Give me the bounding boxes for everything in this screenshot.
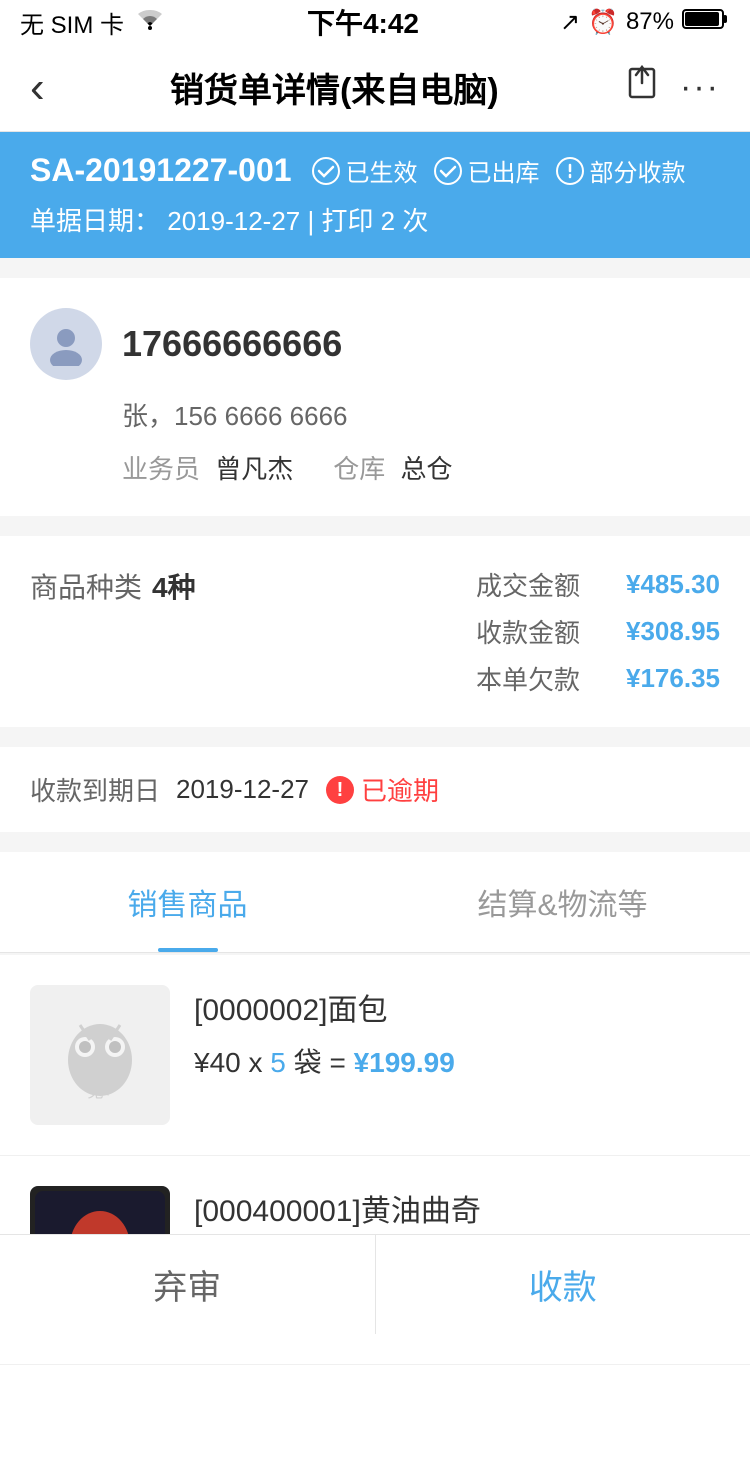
total-1: ¥199.99 [354, 1047, 455, 1078]
wifi-icon [134, 8, 166, 37]
product-info-1: [0000002]面包 ¥40 x 5 袋 = ¥199.99 [194, 985, 720, 1081]
product-name-1: [0000002]面包 [194, 985, 720, 1029]
avatar [30, 308, 102, 380]
sales-label: 业务员 [122, 454, 200, 484]
customer-meta: 业务员 曾凡杰 仓库 总仓 [122, 449, 720, 486]
overdue-text: 已逾期 [361, 771, 439, 808]
stats-right: 成交金额 ¥485.30 收款金额 ¥308.95 本单欠款 ¥176.35 [476, 566, 720, 697]
battery-icon [682, 7, 730, 38]
product-section: 兔+ [0000002]面包 ¥40 x 5 袋 = ¥199.99 [0, 955, 750, 1465]
status-time: 下午4:42 [307, 2, 419, 42]
back-button[interactable]: ‹ [30, 63, 45, 113]
status-left: 无 SIM 卡 [20, 5, 166, 40]
nav-icons: ··· [624, 65, 720, 110]
print-info: | 打印 2 次 [307, 206, 428, 236]
header-banner: SA-20191227-001 已生效 已出库 部分收款 单据日期： 2019-… [0, 132, 750, 258]
location-icon: ↗ [560, 8, 580, 37]
category-count: 4种 [152, 566, 196, 606]
svg-text:兔+: 兔+ [87, 1083, 112, 1101]
battery-percent: 87% [626, 8, 674, 36]
tabs-container: 销售商品 结算&物流等 [0, 852, 750, 953]
customer-name: 17666666666 [122, 323, 342, 365]
debt-label: 本单欠款 [476, 660, 580, 697]
unit-1: 袋 [294, 1047, 322, 1078]
date-label: 单据日期： [30, 206, 160, 236]
more-icon[interactable]: ··· [680, 68, 720, 107]
alarm-icon: ⏰ [588, 8, 618, 37]
nav-bar: ‹ 销货单详情(来自电脑) ··· [0, 44, 750, 132]
overdue-badge: ! 已逾期 [325, 771, 439, 808]
tab-products[interactable]: 销售商品 [0, 852, 375, 952]
customer-sub: 张，156 6666 6666 [122, 396, 720, 433]
debt-value: ¥176.35 [600, 663, 720, 694]
status-right: ↗ ⏰ 87% [560, 7, 730, 38]
category-label: 商品种类 [30, 566, 142, 606]
banner-date-row: 单据日期： 2019-12-27 | 打印 2 次 [30, 201, 720, 238]
date-value: 2019-12-27 [167, 206, 300, 236]
product-price-1: ¥40 x 5 袋 = ¥199.99 [194, 1041, 720, 1081]
due-section: 收款到期日 2019-12-27 ! 已逾期 [0, 747, 750, 832]
sim-indicator: 无 SIM 卡 [20, 5, 124, 40]
product-item-1: 兔+ [0000002]面包 ¥40 x 5 袋 = ¥199.99 [0, 955, 750, 1156]
page-title: 销货单详情(来自电脑) [170, 63, 499, 112]
due-date-value: 2019-12-27 [176, 774, 309, 805]
price-unit-1: ¥40 [194, 1047, 241, 1078]
transaction-label: 成交金额 [476, 566, 580, 603]
status-badges: 已生效 已出库 部分收款 [312, 153, 686, 188]
customer-section: 17666666666 张，156 6666 6666 业务员 曾凡杰 仓库 总… [0, 278, 750, 516]
tab-settlement[interactable]: 结算&物流等 [375, 852, 750, 952]
transaction-value: ¥485.30 [600, 569, 720, 600]
status-badge-partial: 部分收款 [556, 153, 686, 188]
received-label: 收款金额 [476, 613, 580, 650]
product-name-2: [000400001]黄油曲奇 [194, 1186, 720, 1230]
order-id: SA-20191227-001 [30, 152, 292, 189]
qty-1: 5 [270, 1047, 286, 1078]
svg-text:!: ! [337, 779, 344, 801]
status-badge-effective: 已生效 [312, 153, 418, 188]
sales-person: 曾凡杰 [215, 454, 293, 484]
received-value: ¥308.95 [600, 616, 720, 647]
product-image-1: 兔+ [30, 985, 170, 1125]
status-bar: 无 SIM 卡 下午4:42 ↗ ⏰ 87% [0, 0, 750, 44]
due-label: 收款到期日 [30, 771, 160, 808]
warehouse-label: 仓库 [333, 454, 385, 484]
confirm-button[interactable]: 收款 [376, 1235, 750, 1334]
warehouse-value: 总仓 [401, 454, 453, 484]
status-badge-shipped: 已出库 [434, 153, 540, 188]
share-icon[interactable] [624, 65, 660, 110]
stats-section: 商品种类 4种 成交金额 ¥485.30 收款金额 ¥308.95 本单欠款 ¥… [0, 536, 750, 727]
bottom-bar: 弃审 收款 [0, 1234, 750, 1334]
cancel-button[interactable]: 弃审 [0, 1235, 376, 1334]
